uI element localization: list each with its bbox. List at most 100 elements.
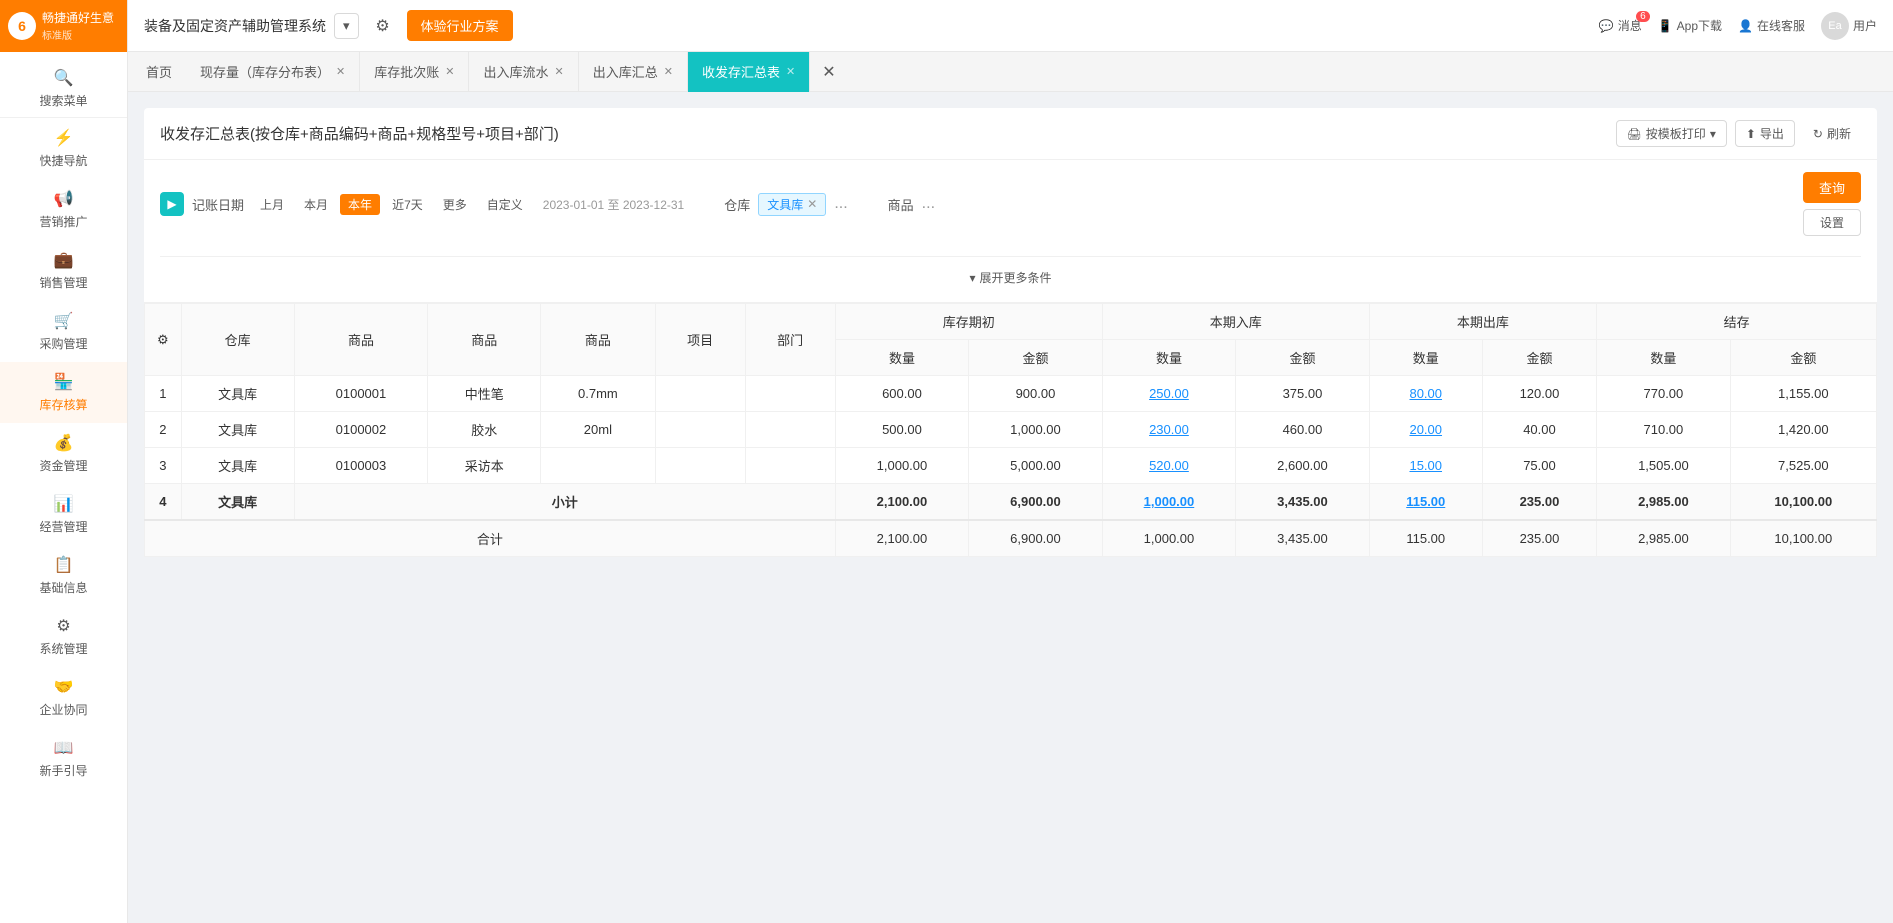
tab-in-out-flow[interactable]: 出入库流水 ✕ xyxy=(469,52,578,92)
in-qty-link[interactable]: 520.00 xyxy=(1149,458,1189,473)
goods-more-button[interactable]: ... xyxy=(922,195,935,213)
tab-close-icon[interactable]: ✕ xyxy=(336,65,345,78)
refresh-label: 刷新 xyxy=(1827,125,1851,142)
tab-close-icon[interactable]: ✕ xyxy=(664,65,673,78)
settings-button[interactable]: ⚙ xyxy=(367,10,399,42)
in-qty-link[interactable]: 250.00 xyxy=(1149,386,1189,401)
row-in-qty[interactable]: 230.00 xyxy=(1102,412,1236,448)
avatar: Ea xyxy=(1821,12,1849,40)
date-btn-last-month[interactable]: 上月 xyxy=(252,194,292,215)
sidebar-item-basic[interactable]: 📋 基础信息 xyxy=(0,545,127,606)
close-all-tabs-button[interactable]: ✕ xyxy=(810,62,847,82)
sidebar-item-sales[interactable]: 💼 销售管理 xyxy=(0,240,127,301)
warehouse-tag-remove[interactable]: ✕ xyxy=(807,197,817,211)
sidebar-item-label: 经营管理 xyxy=(39,518,87,535)
export-icon: ⬆ xyxy=(1746,127,1756,141)
export-button[interactable]: ⬆ 导出 xyxy=(1735,120,1795,147)
row-dept xyxy=(745,412,835,448)
filter-toggle-button[interactable]: ▶ xyxy=(160,192,184,216)
dropdown-arrow: ▾ xyxy=(1710,127,1716,141)
app-download-label: App下载 xyxy=(1677,17,1722,34)
row-out-amt: 120.00 xyxy=(1482,376,1596,412)
sidebar-item-operations[interactable]: 📊 经营管理 xyxy=(0,484,127,545)
warehouse-tag[interactable]: 文具库 ✕ xyxy=(758,193,826,216)
expand-conditions-button[interactable]: ▾ 展开更多条件 xyxy=(965,265,1055,290)
tab-stock-batch[interactable]: 库存批次账 ✕ xyxy=(360,52,469,92)
system-dropdown[interactable]: ▾ xyxy=(334,13,359,39)
row-project xyxy=(655,376,745,412)
sidebar-item-inventory[interactable]: 🏪 库存核算 xyxy=(0,362,127,423)
date-btn-7days[interactable]: 近7天 xyxy=(384,194,431,215)
query-button[interactable]: 查询 xyxy=(1803,172,1861,203)
message-button[interactable]: 💬 消息 6 xyxy=(1599,17,1642,34)
top-header: 装备及固定资产辅助管理系统 ▾ ⚙ 体验行业方案 💬 消息 6 📱 App下载 … xyxy=(128,0,1893,52)
service-icon: 👤 xyxy=(1738,19,1753,33)
sidebar-item-finance[interactable]: 💰 资金管理 xyxy=(0,423,127,484)
row-bal-amt: 7,525.00 xyxy=(1730,448,1876,484)
expand-icon: ▾ xyxy=(969,271,975,285)
user-menu[interactable]: Ea 用户 xyxy=(1821,12,1877,40)
tab-close-icon[interactable]: ✕ xyxy=(555,65,564,78)
sidebar-item-search[interactable]: 🔍 搜索菜单 xyxy=(0,60,127,118)
tab-home[interactable]: 首页 xyxy=(132,52,186,92)
tab-label: 出入库汇总 xyxy=(593,62,658,81)
trial-button[interactable]: 体验行业方案 xyxy=(407,10,513,41)
col-out-amt-header: 金额 xyxy=(1482,340,1596,376)
date-btn-custom[interactable]: 自定义 xyxy=(479,194,531,215)
subtotal-out-qty[interactable]: 115.00 xyxy=(1369,484,1482,521)
row-out-qty[interactable]: 15.00 xyxy=(1369,448,1482,484)
col-settings[interactable]: ⚙ xyxy=(145,304,182,376)
subtotal-row: 4 文具库 小计 2,100.00 6,900.00 1,000.00 3,43… xyxy=(145,484,1877,521)
out-qty-link[interactable]: 20.00 xyxy=(1409,422,1442,437)
row-in-qty[interactable]: 520.00 xyxy=(1102,448,1236,484)
subtotal-in-qty[interactable]: 1,000.00 xyxy=(1102,484,1236,521)
sidebar-item-marketing[interactable]: 📢 营销推广 xyxy=(0,179,127,240)
col-out-qty-header: 数量 xyxy=(1369,340,1482,376)
refresh-button[interactable]: ↻ 刷新 xyxy=(1803,121,1861,146)
sidebar-item-label: 销售管理 xyxy=(39,274,87,291)
row-bal-qty: 1,505.00 xyxy=(1597,448,1731,484)
out-qty-link[interactable]: 80.00 xyxy=(1409,386,1442,401)
tab-close-icon[interactable]: ✕ xyxy=(445,65,454,78)
basic-icon: 📋 xyxy=(54,555,74,575)
out-qty-link[interactable]: 15.00 xyxy=(1409,458,1442,473)
row-bal-qty: 710.00 xyxy=(1597,412,1731,448)
sidebar-item-label: 新手引导 xyxy=(39,762,87,779)
sidebar-item-label: 库存核算 xyxy=(39,396,87,413)
subtotal-in-qty-link[interactable]: 1,000.00 xyxy=(1144,494,1195,509)
tab-label: 库存批次账 xyxy=(374,62,439,81)
row-project xyxy=(655,448,745,484)
warehouse-more-button[interactable]: ... xyxy=(834,195,847,213)
date-btn-this-year[interactable]: 本年 xyxy=(340,194,380,215)
sidebar-item-label: 资金管理 xyxy=(39,457,87,474)
date-btn-more[interactable]: 更多 xyxy=(435,194,475,215)
subtotal-out-qty-link[interactable]: 115.00 xyxy=(1406,494,1445,509)
sidebar-item-quicknav[interactable]: ⚡ 快捷导航 xyxy=(0,118,127,179)
tab-close-icon[interactable]: ✕ xyxy=(786,65,795,78)
tab-in-out-summary[interactable]: 出入库汇总 ✕ xyxy=(579,52,688,92)
operations-icon: 📊 xyxy=(54,494,74,514)
system-title: 装备及固定资产辅助管理系统 xyxy=(144,16,326,36)
row-out-qty[interactable]: 80.00 xyxy=(1369,376,1482,412)
tab-bar: 首页 现存量（库存分布表） ✕ 库存批次账 ✕ 出入库流水 ✕ 出入库汇总 ✕ … xyxy=(128,52,1893,92)
app-download-button[interactable]: 📱 App下载 xyxy=(1658,17,1722,34)
in-qty-link[interactable]: 230.00 xyxy=(1149,422,1189,437)
row-warehouse: 文具库 xyxy=(181,376,294,412)
row-out-qty[interactable]: 20.00 xyxy=(1369,412,1482,448)
row-code: 0100002 xyxy=(294,412,428,448)
set-button[interactable]: 设置 xyxy=(1803,209,1861,236)
sidebar-item-purchase[interactable]: 🛒 采购管理 xyxy=(0,301,127,362)
row-in-qty[interactable]: 250.00 xyxy=(1102,376,1236,412)
row-name: 胶水 xyxy=(428,412,541,448)
sidebar-item-guide[interactable]: 📖 新手引导 xyxy=(0,728,127,789)
row-open-amt: 5,000.00 xyxy=(969,448,1103,484)
sidebar-item-collab[interactable]: 🤝 企业协同 xyxy=(0,667,127,728)
online-service-button[interactable]: 👤 在线客服 xyxy=(1738,17,1805,34)
sidebar-item-system[interactable]: ⚙ 系统管理 xyxy=(0,606,127,667)
sidebar-item-label: 采购管理 xyxy=(39,335,87,352)
print-button[interactable]: 🖨 按模板打印 ▾ xyxy=(1616,120,1727,147)
tab-stock-dist[interactable]: 现存量（库存分布表） ✕ xyxy=(186,52,360,92)
date-btn-this-month[interactable]: 本月 xyxy=(296,194,336,215)
tab-recv-send-summary[interactable]: 收发存汇总表 ✕ xyxy=(688,52,810,92)
subtotal-open-qty: 2,100.00 xyxy=(835,484,969,521)
